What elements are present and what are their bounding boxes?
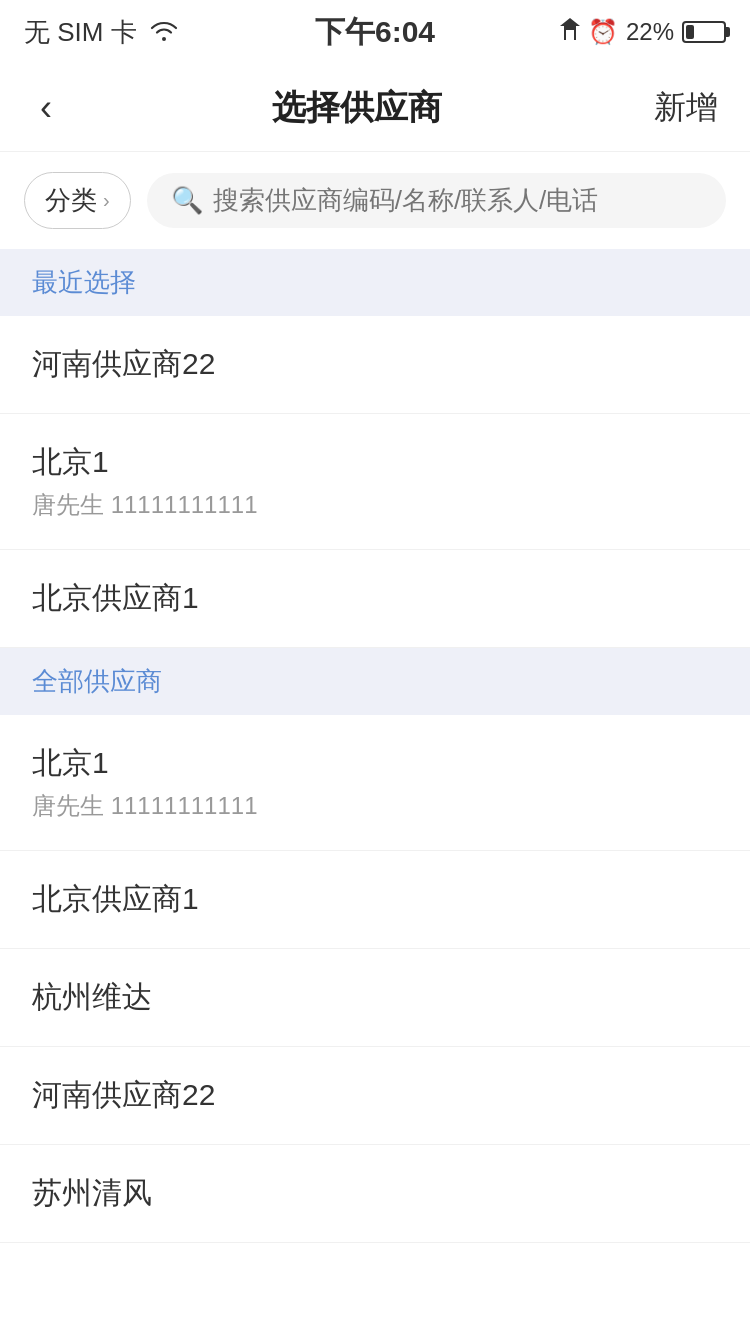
wifi-icon (149, 17, 179, 48)
status-left: 无 SIM 卡 (24, 15, 179, 50)
item-sub: 唐先生 11111111111 (32, 489, 718, 521)
location-icon (560, 18, 580, 46)
all-list-item[interactable]: 河南供应商22 (0, 1047, 750, 1145)
item-name: 北京供应商1 (32, 578, 718, 619)
category-button[interactable]: 分类 › (24, 172, 131, 229)
add-button[interactable]: 新增 (654, 86, 718, 130)
search-box[interactable]: 🔍 (147, 173, 726, 228)
recent-list-item[interactable]: 河南供应商22 (0, 316, 750, 414)
search-area: 分类 › 🔍 (0, 152, 750, 249)
all-section-label: 全部供应商 (32, 666, 162, 696)
all-section-header: 全部供应商 (0, 648, 750, 715)
recent-section-header: 最近选择 (0, 249, 750, 316)
item-name: 河南供应商22 (32, 1075, 718, 1116)
page-title: 选择供应商 (272, 85, 442, 131)
status-time: 下午6:04 (315, 12, 435, 53)
all-items-list: 北京1 唐先生 11111111111 北京供应商1 杭州维达河南供应商22 苏州清风 (0, 715, 750, 1243)
search-input[interactable] (213, 185, 702, 216)
search-icon: 🔍 (171, 185, 203, 216)
recent-list-item[interactable]: 北京供应商1 (0, 550, 750, 648)
recent-list-item[interactable]: 北京1 唐先生 11111111111 (0, 414, 750, 550)
item-name: 苏州清风 (32, 1173, 718, 1214)
all-list-item[interactable]: 杭州维达 (0, 949, 750, 1047)
item-name: 北京1 (32, 743, 718, 784)
battery-text: 22% (626, 18, 674, 46)
item-name: 北京1 (32, 442, 718, 483)
battery-icon (682, 21, 726, 43)
item-name: 北京供应商1 (32, 879, 718, 920)
item-name: 河南供应商22 (32, 344, 718, 385)
recent-section-label: 最近选择 (32, 267, 136, 297)
item-sub: 唐先生 11111111111 (32, 790, 718, 822)
category-label: 分类 (45, 183, 97, 218)
back-button[interactable]: ‹ (32, 79, 60, 137)
all-list-item[interactable]: 北京1 唐先生 11111111111 (0, 715, 750, 851)
carrier-text: 无 SIM 卡 (24, 15, 137, 50)
item-name: 杭州维达 (32, 977, 718, 1018)
status-right: ⏰ 22% (560, 18, 726, 46)
recent-items-list: 河南供应商22 北京1 唐先生 11111111111 北京供应商1 (0, 316, 750, 648)
status-bar: 无 SIM 卡 下午6:04 ⏰ 22% (0, 0, 750, 64)
alarm-icon: ⏰ (588, 18, 618, 46)
all-list-item[interactable]: 苏州清风 (0, 1145, 750, 1243)
chevron-right-icon: › (103, 189, 110, 212)
all-list-item[interactable]: 北京供应商1 (0, 851, 750, 949)
nav-bar: ‹ 选择供应商 新增 (0, 64, 750, 152)
